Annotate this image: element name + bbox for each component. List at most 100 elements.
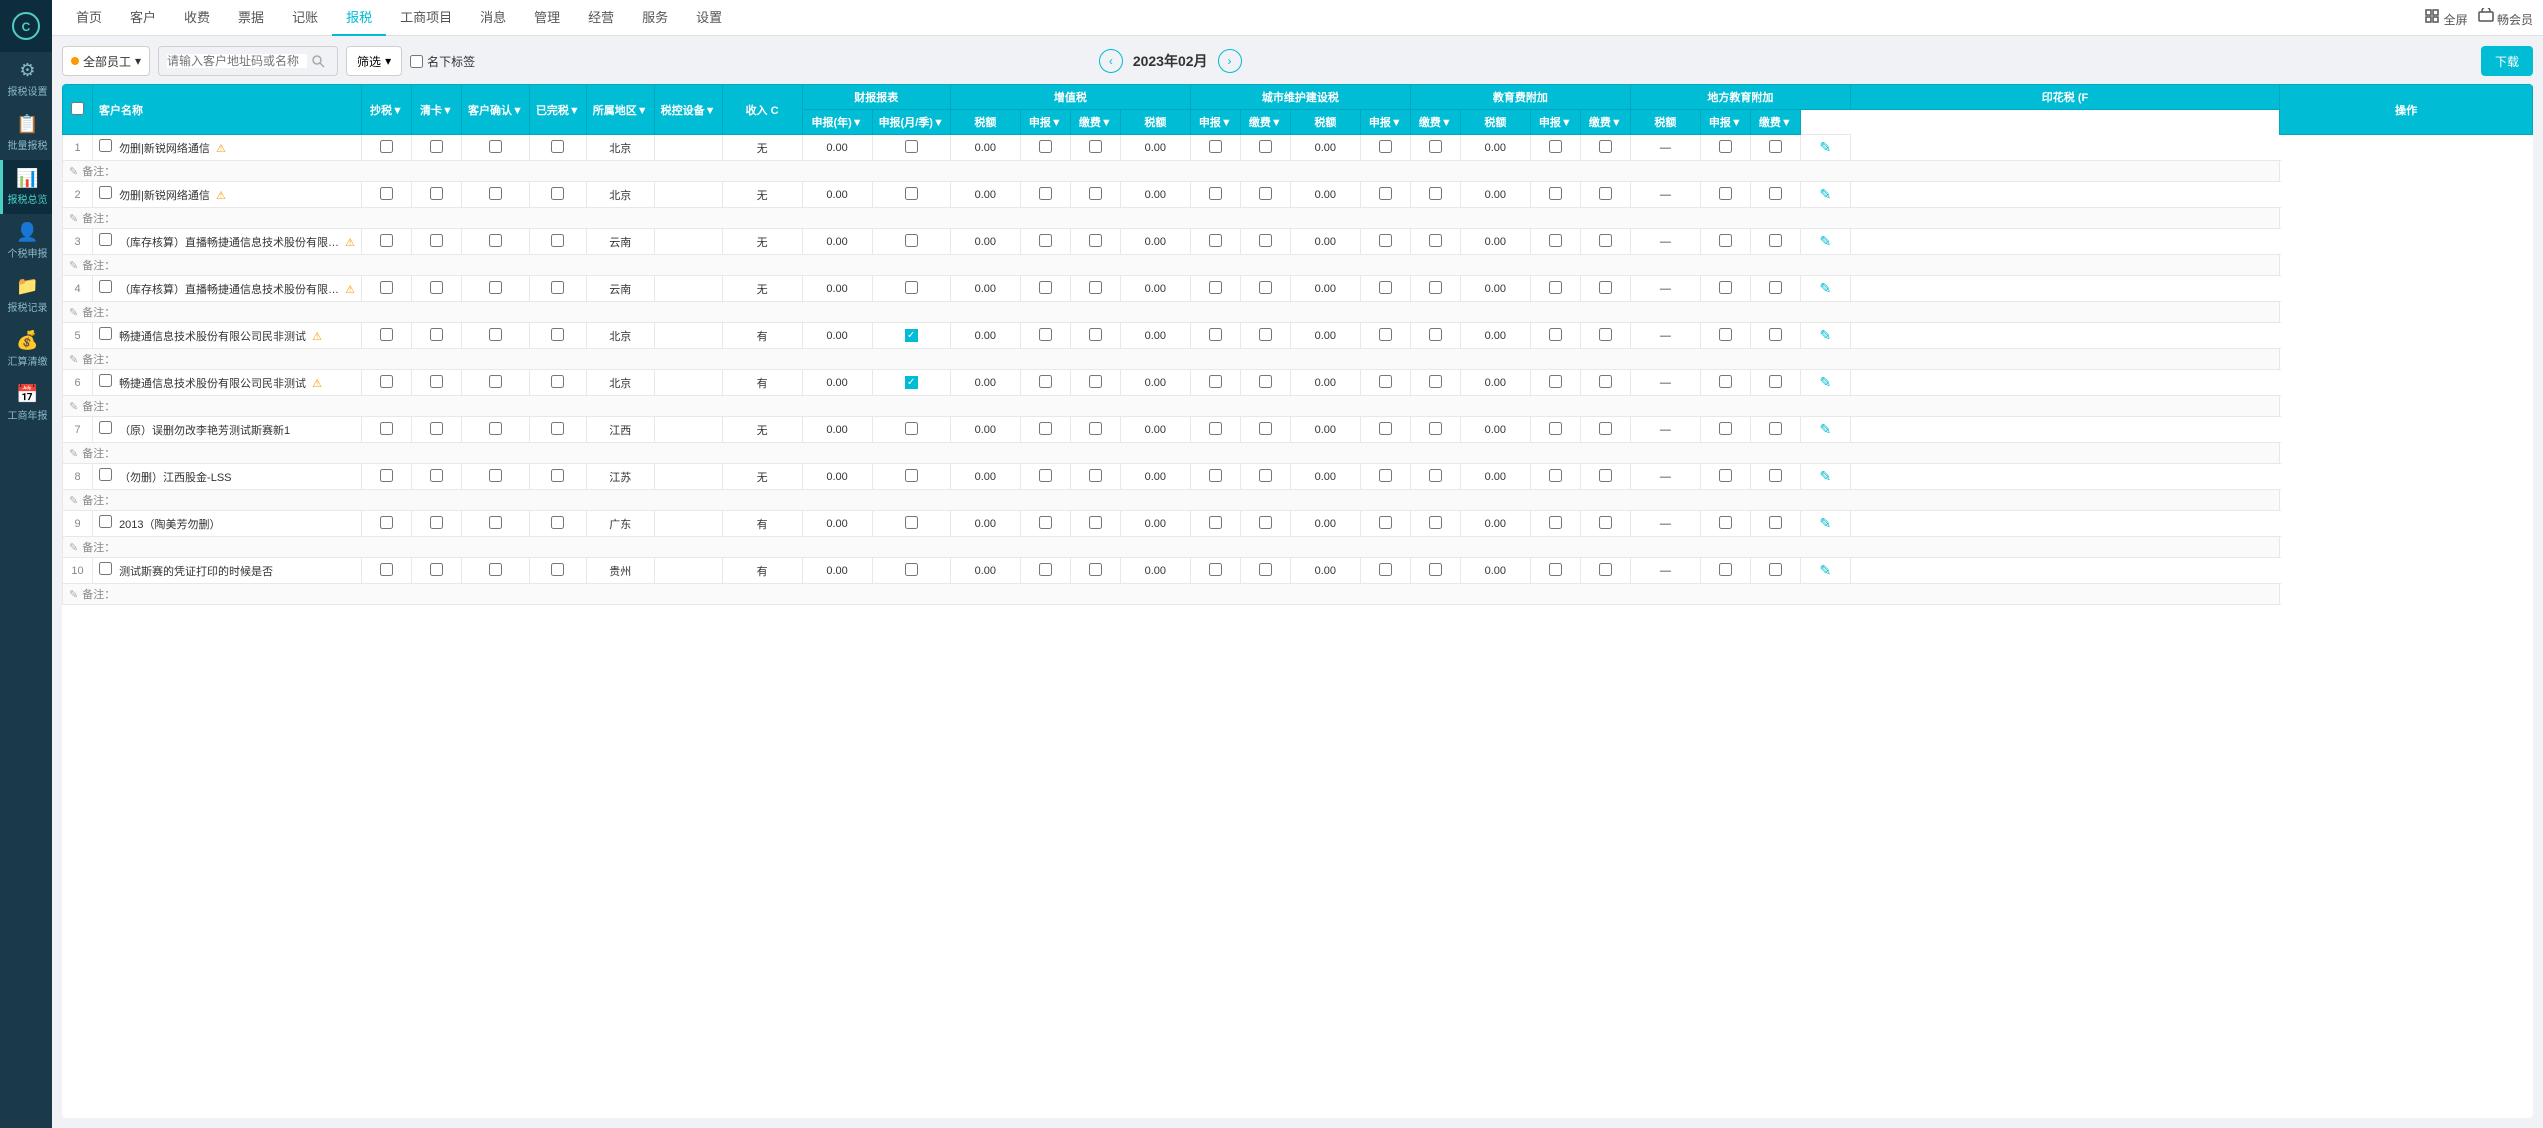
- nav-manage[interactable]: 管理: [520, 0, 574, 36]
- nav-home[interactable]: 首页: [62, 0, 116, 36]
- col-cb-1-row-9[interactable]: [430, 563, 443, 576]
- city-declare-cb-9[interactable]: [1209, 563, 1222, 576]
- row-checkbox-3[interactable]: [99, 280, 112, 293]
- col-cb-1-row-7[interactable]: [430, 469, 443, 482]
- col-cb-2-row-3[interactable]: [489, 281, 502, 294]
- stamp-pay-cb-4[interactable]: [1769, 328, 1782, 341]
- city-pay-cb-1[interactable]: [1259, 187, 1272, 200]
- edu-declare-cb-0[interactable]: [1379, 140, 1392, 153]
- sub-vat-pay[interactable]: 缴费▼: [1070, 110, 1120, 135]
- edu-declare-cb-4[interactable]: [1379, 328, 1392, 341]
- nav-business[interactable]: 工商项目: [386, 0, 466, 36]
- sidebar-item-summary[interactable]: 💰 汇算清缴: [0, 322, 52, 376]
- edu-pay-cb-2[interactable]: [1429, 234, 1442, 247]
- local-pay-cb-1[interactable]: [1599, 187, 1612, 200]
- vat-declare-cb-1[interactable]: [1039, 187, 1052, 200]
- col-cb-1-row-5[interactable]: [430, 375, 443, 388]
- stamp-pay-cb-6[interactable]: [1769, 422, 1782, 435]
- nav-message[interactable]: 消息: [466, 0, 520, 36]
- city-pay-cb-2[interactable]: [1259, 234, 1272, 247]
- nav-tax[interactable]: 报税: [332, 0, 386, 36]
- data-table-wrapper[interactable]: 客户名称 抄税▼ 清卡▼ 客户确认▼ 已完税▼ 所属地区▼ 税控设备▼ 收入 C…: [62, 84, 2533, 1118]
- annual-cb-7[interactable]: [905, 469, 918, 482]
- col-chaosui-header[interactable]: 抄税▼: [362, 85, 412, 135]
- edit-icon-8[interactable]: ✎: [1819, 515, 1831, 531]
- col-cb-0-row-2[interactable]: [380, 234, 393, 247]
- city-declare-cb-5[interactable]: [1209, 375, 1222, 388]
- vat-declare-cb-9[interactable]: [1039, 563, 1052, 576]
- col-cb-0-row-3[interactable]: [380, 281, 393, 294]
- vat-pay-cb-2[interactable]: [1089, 234, 1102, 247]
- stamp-declare-cb-6[interactable]: [1719, 422, 1732, 435]
- edu-declare-cb-7[interactable]: [1379, 469, 1392, 482]
- sidebar-item-batch-tax[interactable]: 📋 批量报税: [0, 106, 52, 160]
- edu-declare-cb-9[interactable]: [1379, 563, 1392, 576]
- local-pay-cb-0[interactable]: [1599, 140, 1612, 153]
- stamp-declare-cb-3[interactable]: [1719, 281, 1732, 294]
- edu-pay-cb-6[interactable]: [1429, 422, 1442, 435]
- vat-pay-cb-7[interactable]: [1089, 469, 1102, 482]
- local-pay-cb-9[interactable]: [1599, 563, 1612, 576]
- row-checkbox-5[interactable]: [99, 374, 112, 387]
- edu-pay-cb-9[interactable]: [1429, 563, 1442, 576]
- stamp-declare-cb-9[interactable]: [1719, 563, 1732, 576]
- sidebar-item-tax-view[interactable]: 📊 报税总览: [0, 160, 52, 214]
- local-declare-cb-7[interactable]: [1549, 469, 1562, 482]
- local-pay-cb-4[interactable]: [1599, 328, 1612, 341]
- next-month-button[interactable]: ›: [1218, 49, 1242, 73]
- stamp-pay-cb-1[interactable]: [1769, 187, 1782, 200]
- sub-monthly[interactable]: 申报(月/季)▼: [872, 110, 950, 135]
- col-cb-3-row-9[interactable]: [551, 563, 564, 576]
- vat-declare-cb-5[interactable]: [1039, 375, 1052, 388]
- col-cb-3-row-6[interactable]: [551, 422, 564, 435]
- col-region-header[interactable]: 所属地区▼: [586, 85, 654, 135]
- edu-declare-cb-5[interactable]: [1379, 375, 1392, 388]
- sub-stamp-pay[interactable]: 缴费▼: [1750, 110, 1800, 135]
- vat-pay-cb-6[interactable]: [1089, 422, 1102, 435]
- sub-local-pay[interactable]: 缴费▼: [1580, 110, 1630, 135]
- stamp-pay-cb-8[interactable]: [1769, 516, 1782, 529]
- sub-edu-pay[interactable]: 缴费▼: [1410, 110, 1460, 135]
- nav-billing[interactable]: 收费: [170, 0, 224, 36]
- city-declare-cb-0[interactable]: [1209, 140, 1222, 153]
- vat-pay-cb-4[interactable]: [1089, 328, 1102, 341]
- stamp-declare-cb-4[interactable]: [1719, 328, 1732, 341]
- nav-service[interactable]: 服务: [628, 0, 682, 36]
- city-declare-cb-4[interactable]: [1209, 328, 1222, 341]
- edu-declare-cb-6[interactable]: [1379, 422, 1392, 435]
- sidebar-item-tax-settings[interactable]: ⚙ 报税设置: [0, 52, 52, 106]
- row-checkbox-0[interactable]: [99, 139, 112, 152]
- local-declare-cb-3[interactable]: [1549, 281, 1562, 294]
- col-cb-1-row-2[interactable]: [430, 234, 443, 247]
- download-button[interactable]: 下载: [2481, 46, 2533, 76]
- vip-btn[interactable]: 畅会员: [2478, 8, 2533, 28]
- edu-declare-cb-3[interactable]: [1379, 281, 1392, 294]
- local-declare-cb-6[interactable]: [1549, 422, 1562, 435]
- row-checkbox-9[interactable]: [99, 562, 112, 575]
- vat-declare-cb-7[interactable]: [1039, 469, 1052, 482]
- city-pay-cb-4[interactable]: [1259, 328, 1272, 341]
- vat-pay-cb-3[interactable]: [1089, 281, 1102, 294]
- col-cb-0-row-0[interactable]: [380, 140, 393, 153]
- col-cb-3-row-3[interactable]: [551, 281, 564, 294]
- annual-cb-2[interactable]: [905, 234, 918, 247]
- col-cb-3-row-0[interactable]: [551, 140, 564, 153]
- vat-declare-cb-2[interactable]: [1039, 234, 1052, 247]
- select-all-checkbox[interactable]: [71, 102, 84, 115]
- city-pay-cb-7[interactable]: [1259, 469, 1272, 482]
- col-cb-2-row-8[interactable]: [489, 516, 502, 529]
- sidebar-item-tax-records[interactable]: 📁 报税记录: [0, 268, 52, 322]
- row-checkbox-1[interactable]: [99, 186, 112, 199]
- nav-settings[interactable]: 设置: [682, 0, 736, 36]
- city-declare-cb-8[interactable]: [1209, 516, 1222, 529]
- sub-edu-declare[interactable]: 申报▼: [1360, 110, 1410, 135]
- col-cb-1-row-6[interactable]: [430, 422, 443, 435]
- col-cb-0-row-7[interactable]: [380, 469, 393, 482]
- col-cb-0-row-5[interactable]: [380, 375, 393, 388]
- edit-icon-1[interactable]: ✎: [1819, 186, 1831, 202]
- local-pay-cb-2[interactable]: [1599, 234, 1612, 247]
- vat-declare-cb-8[interactable]: [1039, 516, 1052, 529]
- col-name-header[interactable]: 客户名称: [93, 85, 362, 135]
- edu-pay-cb-1[interactable]: [1429, 187, 1442, 200]
- col-confirm-header[interactable]: 客户确认▼: [462, 85, 530, 135]
